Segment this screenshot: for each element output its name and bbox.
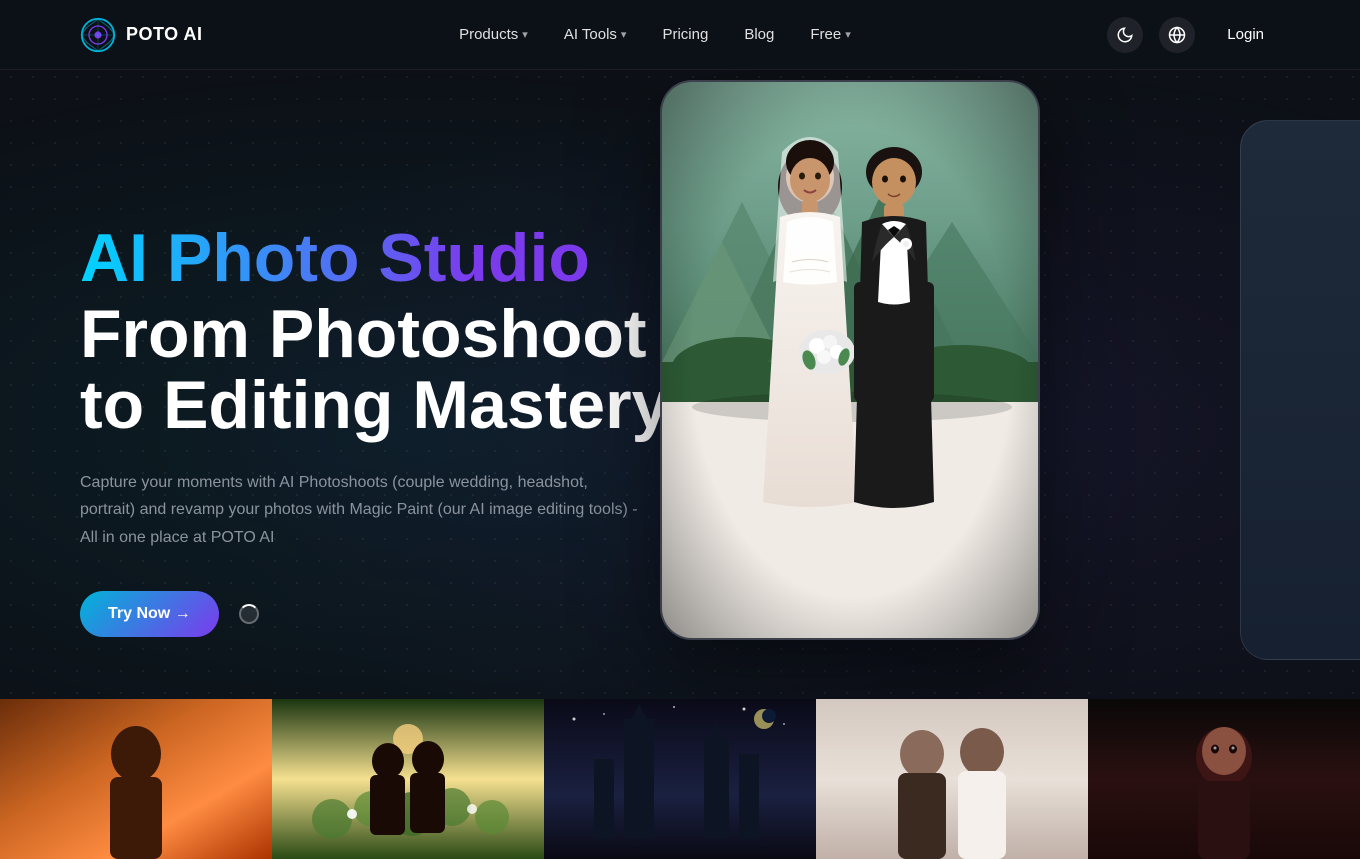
thumbnail-5-image [1088, 699, 1360, 859]
logo-icon [80, 17, 116, 53]
login-button[interactable]: Login [1211, 18, 1280, 51]
thumbnail-1-image [0, 699, 272, 859]
hero-title-line2: From Photoshoot [80, 299, 740, 370]
thumbnail-4[interactable] [816, 699, 1088, 859]
thumbnail-1[interactable] [0, 699, 272, 859]
nav-products[interactable]: Products ▾ [445, 18, 542, 51]
thumbnail-2-image [272, 699, 544, 859]
loading-spinner [239, 604, 259, 624]
nav-right: Login [1107, 17, 1280, 53]
globe-icon [1168, 26, 1186, 44]
hero-right-mockup [660, 80, 1360, 780]
thumbnail-3[interactable] [544, 699, 816, 859]
phone-back-frame [1240, 120, 1360, 660]
nav-blog[interactable]: Blog [730, 18, 788, 51]
free-chevron-icon: ▾ [845, 28, 851, 41]
thumbnail-2[interactable] [272, 699, 544, 859]
dark-mode-button[interactable] [1107, 17, 1143, 53]
language-button[interactable] [1159, 17, 1195, 53]
hero-title-line3: to Editing Mastery [80, 370, 740, 441]
thumbnail-3-image [544, 699, 816, 859]
nav-free[interactable]: Free ▾ [796, 18, 864, 51]
wedding-photo [662, 82, 1040, 640]
moon-icon [1116, 26, 1134, 44]
logo-link[interactable]: POTO AI [80, 17, 203, 53]
nav-ai-tools[interactable]: AI Tools ▾ [550, 18, 641, 51]
hero-cta-row: Try Now → [80, 591, 740, 637]
nav-pricing[interactable]: Pricing [648, 18, 722, 51]
hero-description: Capture your moments with AI Photoshoots… [80, 469, 640, 551]
hero-title-gradient: AI Photo Studio [80, 223, 740, 294]
navbar: POTO AI Products ▾ AI Tools ▾ Pricing Bl… [0, 0, 1360, 70]
hero-section: AI Photo Studio From Photoshoot to Editi… [0, 70, 1360, 790]
phone-main-frame [660, 80, 1040, 640]
thumbnail-4-image [816, 699, 1088, 859]
try-now-button[interactable]: Try Now → [80, 591, 219, 637]
logo-text: POTO AI [126, 24, 203, 45]
ai-tools-chevron-icon: ▾ [621, 28, 627, 41]
bottom-thumbnails-strip [0, 699, 1360, 859]
thumbnail-5[interactable] [1088, 699, 1360, 859]
nav-center: Products ▾ AI Tools ▾ Pricing Blog Free … [445, 18, 865, 51]
hero-left-content: AI Photo Studio From Photoshoot to Editi… [80, 223, 740, 637]
products-chevron-icon: ▾ [522, 28, 528, 41]
